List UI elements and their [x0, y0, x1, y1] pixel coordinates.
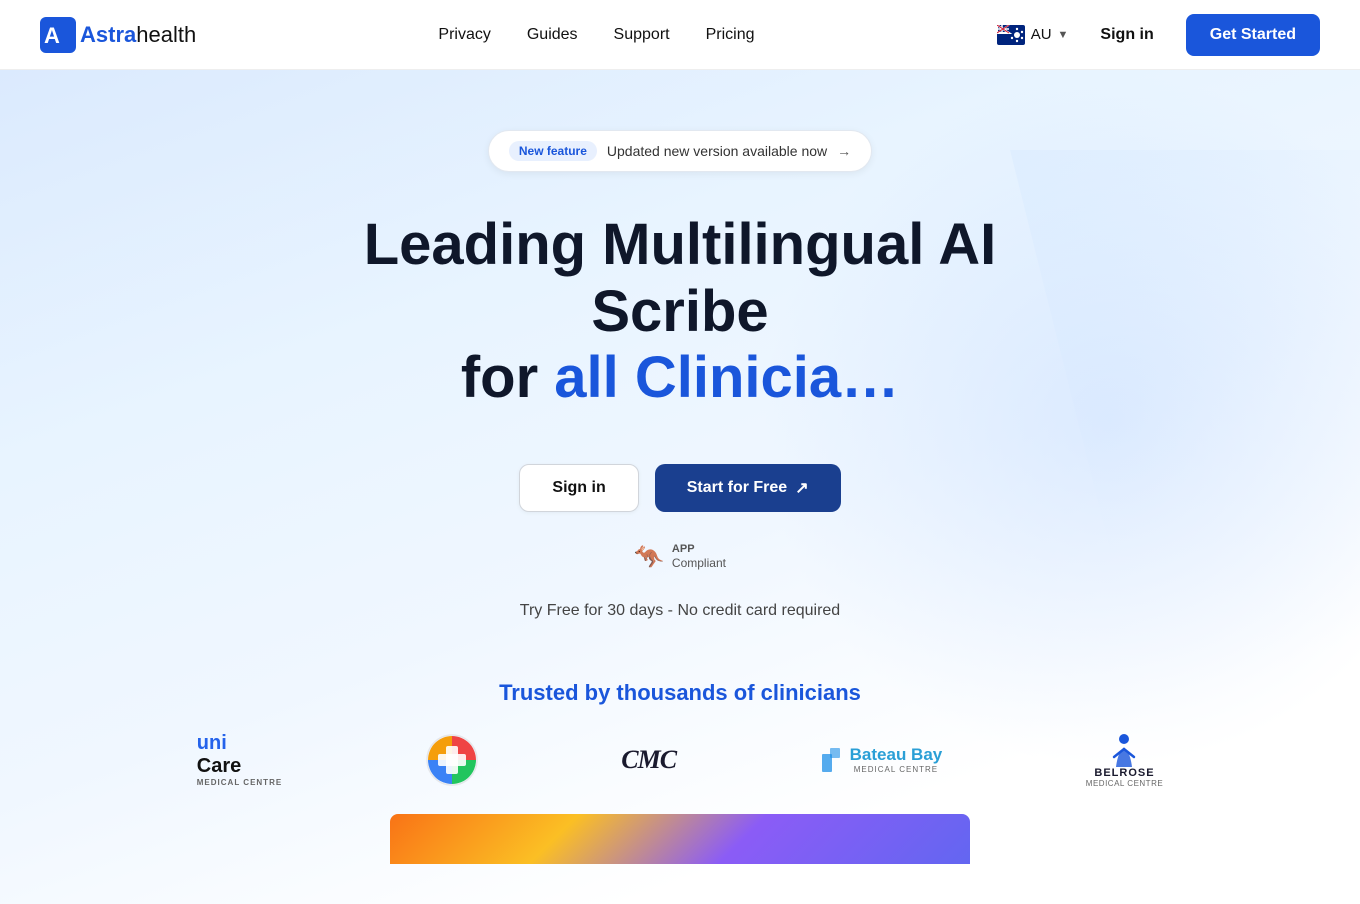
au-flag-icon: [997, 25, 1025, 45]
hero-signin-button[interactable]: Sign in: [519, 464, 638, 512]
hero-headline: Leading Multilingual AI Scribe for all C…: [290, 212, 1070, 412]
logo-icon: A: [40, 17, 76, 53]
bottom-preview-strip: [390, 814, 970, 864]
colorplus-logo: [416, 736, 488, 784]
start-arrow-icon: ↗: [795, 478, 808, 498]
headline-line2-plain: for: [461, 345, 554, 410]
trusted-title: Trusted by thousands of clinicians: [130, 680, 1230, 706]
free-trial-text: Try Free for 30 days - No credit card re…: [520, 602, 840, 620]
belrose-logo: BELROSE MEDICAL CENTRE: [1076, 736, 1173, 784]
nav-signin-button[interactable]: Sign in: [1084, 18, 1169, 52]
start-button-label: Start for Free: [687, 479, 787, 497]
badge-description: Updated new version available now: [607, 143, 827, 159]
nav-privacy[interactable]: Privacy: [438, 26, 490, 44]
bateau-bay-logo: Bateau Bay MEDICAL CENTRE: [810, 736, 953, 784]
hero-start-button[interactable]: Start for Free ↗: [655, 464, 841, 512]
belrose-figure-icon: [1106, 731, 1142, 767]
bateau-icon: [820, 746, 842, 774]
headline-line2-colored: all Clinicia…: [554, 345, 899, 410]
navbar: A Astrahealth Privacy Guides Support Pri…: [0, 0, 1360, 70]
country-chevron-icon: ▼: [1058, 29, 1069, 41]
headline-line1: Leading Multilingual AI Scribe: [364, 212, 997, 344]
nav-support[interactable]: Support: [614, 26, 670, 44]
app-compliant-badge: 🦘 APP Compliant: [634, 542, 726, 572]
nav-pricing[interactable]: Pricing: [706, 26, 755, 44]
nav-links: Privacy Guides Support Pricing: [438, 26, 754, 44]
svg-text:A: A: [44, 23, 60, 48]
country-code: AU: [1031, 26, 1052, 43]
feature-badge[interactable]: New feature Updated new version availabl…: [488, 130, 872, 172]
badge-new-label: New feature: [509, 141, 597, 161]
nav-guides[interactable]: Guides: [527, 26, 578, 44]
logo-text: Astrahealth: [80, 22, 196, 48]
unicare-logo: uniCare MEDICAL CENTRE: [187, 736, 292, 784]
partner-logos-row: uniCare MEDICAL CENTRE: [130, 736, 1230, 784]
nav-right: AU ▼ Sign in Get Started: [997, 14, 1320, 56]
australia-map-icon: 🦘: [634, 543, 664, 572]
site-logo[interactable]: A Astrahealth: [40, 17, 196, 53]
cmc-logo: CMC: [611, 736, 686, 784]
nav-get-started-button[interactable]: Get Started: [1186, 14, 1320, 56]
cta-group: Sign in Start for Free ↗: [519, 464, 840, 512]
colorplus-logo-svg: [426, 734, 478, 786]
country-selector[interactable]: AU ▼: [997, 25, 1069, 45]
app-badge-text: APP Compliant: [672, 542, 726, 572]
badge-arrow-icon: →: [837, 143, 851, 159]
trusted-section: Trusted by thousands of clinicians uniCa…: [130, 660, 1230, 814]
hero-section: New feature Updated new version availabl…: [0, 70, 1360, 904]
